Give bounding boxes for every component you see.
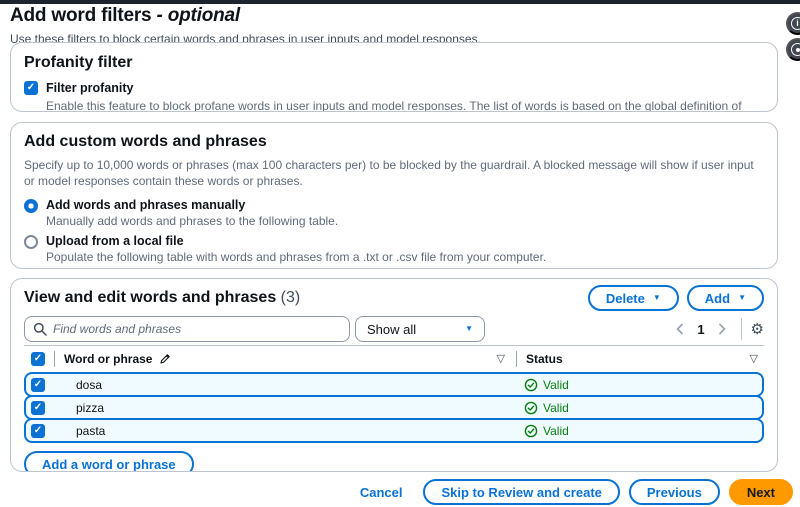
previous-page-button[interactable]	[670, 322, 690, 336]
info-panel-button[interactable]: i	[786, 12, 800, 35]
add-word-or-phrase-button[interactable]: Add a word or phrase	[24, 451, 194, 472]
custom-words-card: Add custom words and phrases Specify up …	[10, 122, 778, 269]
cancel-button[interactable]: Cancel	[360, 485, 403, 500]
row-status-label: Valid	[543, 423, 569, 438]
page-title-optional: - optional	[156, 5, 241, 26]
row-word: pizza	[76, 400, 105, 415]
row-checkbox[interactable]: ✓	[31, 423, 45, 438]
option-add-manually[interactable]: Add words and phrases manually Manually …	[24, 198, 764, 228]
table-settings-gear-icon[interactable]: ⚙	[751, 322, 764, 337]
status-filter-value: Show all	[367, 321, 417, 337]
current-page-number[interactable]: 1	[697, 322, 704, 337]
custom-words-title: Add custom words and phrases	[24, 133, 267, 150]
table-header-row: ✓ Word or phrase ▽ Status ▽	[24, 345, 764, 372]
chevron-right-icon	[718, 323, 725, 335]
delete-button[interactable]: Delete ▼	[587, 285, 679, 311]
option-add-manually-description: Manually add words and phrases to the fo…	[46, 214, 339, 228]
valid-check-circle-icon	[524, 401, 538, 414]
column-divider	[516, 351, 517, 367]
profanity-card-title: Profanity filter	[24, 54, 133, 71]
chevron-left-icon	[676, 323, 684, 335]
option-upload-local-label[interactable]: Upload from a local file	[46, 234, 546, 249]
row-status-label: Valid	[543, 377, 569, 392]
filter-profanity-description: Enable this feature to block profane wor…	[46, 99, 742, 112]
valid-check-circle-icon	[524, 424, 538, 437]
page-title-main: Add word filters	[10, 5, 152, 26]
custom-words-description: Specify up to 10,000 words or phrases (m…	[24, 158, 754, 188]
words-table-card: View and edit words and phrases (3) Dele…	[10, 278, 778, 472]
browser-top-strip	[0, 0, 800, 4]
skip-to-review-button[interactable]: Skip to Review and create	[423, 479, 620, 505]
filter-profanity-checkbox[interactable]: ✓	[24, 81, 38, 95]
row-status-label: Valid	[543, 400, 569, 415]
status-column-header[interactable]: Status	[526, 352, 563, 366]
search-input[interactable]	[24, 316, 350, 342]
select-all-checkbox[interactable]: ✓	[31, 352, 45, 366]
table-card-title-text: View and edit words and phrases	[24, 289, 277, 306]
delete-button-label: Delete	[605, 290, 645, 306]
word-column-header[interactable]: Word or phrase	[64, 352, 152, 366]
row-word: dosa	[76, 377, 103, 392]
row-checkbox[interactable]: ✓	[31, 377, 45, 392]
radio-add-manually[interactable]	[24, 199, 38, 213]
side-panel-button[interactable]	[786, 38, 800, 61]
option-upload-local[interactable]: Upload from a local file Populate the fo…	[24, 234, 764, 264]
filter-profanity-label[interactable]: Filter profanity	[46, 81, 764, 96]
table-row[interactable]: ✓ dosa Valid	[24, 372, 764, 397]
table-row-count: (3)	[280, 289, 301, 306]
status-filter-select[interactable]: Show all ▼	[355, 316, 485, 342]
add-word-or-phrase-label: Add a word or phrase	[42, 456, 176, 472]
previous-button[interactable]: Previous	[628, 479, 720, 505]
info-icon: i	[791, 17, 800, 30]
search-icon	[33, 322, 47, 336]
edit-pencil-icon	[160, 354, 171, 364]
status-column-filter-icon[interactable]: ▽	[750, 353, 758, 365]
add-button-label: Add	[704, 290, 731, 306]
column-divider	[54, 351, 55, 367]
profanity-filter-card: Profanity filter ✓ Filter profanity Enab…	[10, 42, 778, 112]
add-button[interactable]: Add ▼	[686, 285, 764, 311]
panel-toggle-icon	[791, 43, 800, 56]
caret-down-icon: ▼	[738, 293, 746, 302]
page-title: Add word filters - optional	[10, 5, 770, 27]
word-column-filter-icon[interactable]: ▽	[497, 353, 505, 365]
table-row[interactable]: ✓ pasta Valid	[24, 418, 764, 443]
row-checkbox[interactable]: ✓	[31, 400, 45, 415]
page-header: Add word filters - optional Use these fi…	[10, 5, 770, 46]
table-card-title: View and edit words and phrases (3)	[24, 289, 300, 307]
radio-upload-local[interactable]	[24, 235, 38, 249]
row-word: pasta	[76, 423, 106, 438]
valid-check-circle-icon	[524, 378, 538, 391]
option-upload-local-description: Populate the following table with words …	[46, 250, 547, 264]
wizard-actions: Cancel Skip to Review and create Previou…	[360, 479, 793, 505]
next-button[interactable]: Next	[728, 479, 793, 505]
caret-down-icon: ▼	[652, 293, 661, 302]
table-row[interactable]: ✓ pizza Valid	[24, 395, 764, 420]
option-add-manually-label[interactable]: Add words and phrases manually	[46, 198, 338, 213]
next-page-button[interactable]	[712, 322, 732, 336]
pager-divider	[740, 318, 742, 340]
caret-down-icon: ▼	[465, 324, 473, 333]
